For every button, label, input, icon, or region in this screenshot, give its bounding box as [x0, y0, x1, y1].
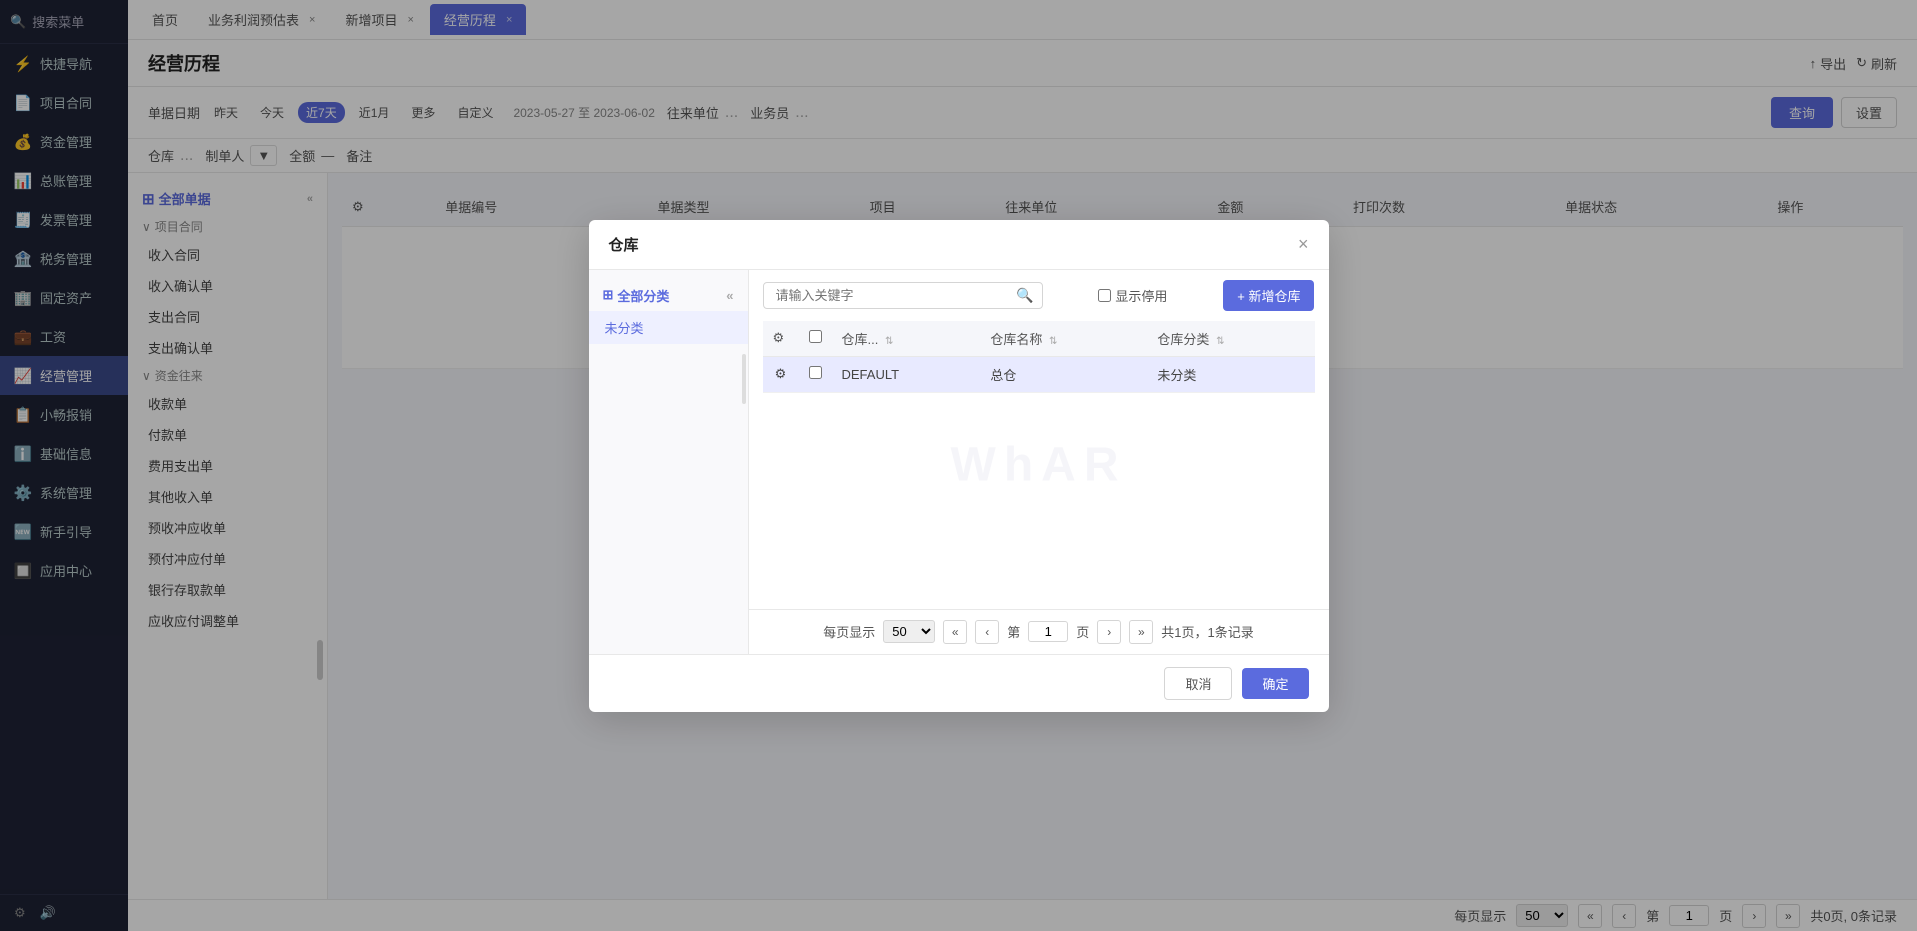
modal-col-name-sort-icon: ⇅: [1049, 336, 1057, 347]
modal-row-checkbox[interactable]: [809, 366, 822, 379]
modal-row-settings-cell: ⚙: [763, 356, 799, 392]
modal-col-code-label: 仓库...: [842, 332, 879, 347]
modal-page-size-select[interactable]: 50 20 100: [883, 620, 935, 643]
modal-select-all-checkbox[interactable]: [809, 330, 822, 343]
modal-tree: ⊞ 全部分类 « 未分类: [589, 270, 749, 654]
modal-table-header: ⚙ 仓库... ⇅ 仓库名称 ⇅: [763, 321, 1315, 357]
modal-col-checkbox[interactable]: [799, 321, 832, 357]
modal-search-wrap: 🔍: [763, 282, 1043, 309]
modal-tree-collapse-icon[interactable]: «: [726, 288, 733, 303]
modal-col-category-label: 仓库分类: [1157, 332, 1209, 347]
show-disabled-label[interactable]: 显示停用: [1098, 286, 1167, 305]
modal-col-category-sort-icon: ⇅: [1216, 336, 1224, 347]
modal-table: ⚙ 仓库... ⇅ 仓库名称 ⇅: [763, 321, 1315, 393]
modal-page-suffix: 页: [1076, 622, 1089, 641]
modal-table-row[interactable]: ⚙ DEFAULT 总仓 未分类: [763, 356, 1315, 392]
modal-tree-all-label: 全部分类: [617, 286, 669, 305]
modal-toolbar: 🔍 显示停用 + 新增仓库: [749, 270, 1329, 321]
modal-col-name[interactable]: 仓库名称 ⇅: [980, 321, 1147, 357]
modal-search-icon: 🔍: [1016, 287, 1033, 304]
warehouse-modal: 仓库 × ⊞ 全部分类 « 未分类: [589, 220, 1329, 712]
modal-tree-all-header[interactable]: ⊞ 全部分类 «: [589, 280, 748, 311]
modal-page-label: 第: [1007, 622, 1020, 641]
modal-prev-page-btn[interactable]: ‹: [975, 620, 999, 644]
confirm-button[interactable]: 确定: [1242, 668, 1308, 699]
modal-col-code-sort-icon: ⇅: [885, 336, 893, 347]
show-disabled-text: 显示停用: [1115, 286, 1167, 305]
show-disabled-checkbox[interactable]: [1098, 289, 1111, 302]
modal-overlay: 仓库 × ⊞ 全部分类 « 未分类: [0, 0, 1917, 931]
modal-page-size-label: 每页显示: [823, 622, 875, 641]
modal-tree-scrollbar-thumb: [742, 354, 746, 404]
modal-footer: 取消 确定: [589, 654, 1329, 712]
modal-content-area: 🔍 显示停用 + 新增仓库 WhAR ⚙: [749, 270, 1329, 654]
modal-row-code-cell: DEFAULT: [832, 356, 981, 392]
modal-tree-uncategorized[interactable]: 未分类: [589, 311, 748, 344]
modal-first-page-btn[interactable]: «: [943, 620, 967, 644]
modal-row-category-cell: 未分类: [1147, 356, 1314, 392]
modal-tree-grid-icon: ⊞: [603, 287, 614, 303]
modal-body: ⊞ 全部分类 « 未分类 🔍: [589, 270, 1329, 654]
modal-close-button[interactable]: ×: [1298, 234, 1309, 255]
modal-pagination: 每页显示 50 20 100 « ‹ 第 页 › » 共1页，1条记录: [749, 609, 1329, 654]
watermark: WhAR: [951, 437, 1127, 492]
modal-row-checkbox-cell: [799, 356, 832, 392]
modal-page-input[interactable]: [1028, 621, 1068, 642]
modal-col-settings[interactable]: ⚙: [763, 321, 799, 357]
modal-row-name-cell: 总仓: [980, 356, 1147, 392]
modal-col-code[interactable]: 仓库... ⇅: [832, 321, 981, 357]
modal-table-wrap: WhAR ⚙ 仓库... ⇅: [749, 321, 1329, 609]
modal-col-name-label: 仓库名称: [990, 332, 1042, 347]
modal-col-category[interactable]: 仓库分类 ⇅: [1147, 321, 1314, 357]
modal-next-page-btn[interactable]: ›: [1097, 620, 1121, 644]
modal-header: 仓库 ×: [589, 220, 1329, 270]
cancel-button[interactable]: 取消: [1164, 667, 1232, 700]
modal-title: 仓库: [609, 234, 639, 255]
modal-tree-uncategorized-label: 未分类: [605, 321, 644, 336]
modal-total-label: 共1页，1条记录: [1161, 622, 1253, 641]
add-warehouse-button[interactable]: + 新增仓库: [1223, 280, 1314, 311]
modal-last-page-btn[interactable]: »: [1129, 620, 1153, 644]
modal-search-input[interactable]: [772, 283, 1017, 308]
